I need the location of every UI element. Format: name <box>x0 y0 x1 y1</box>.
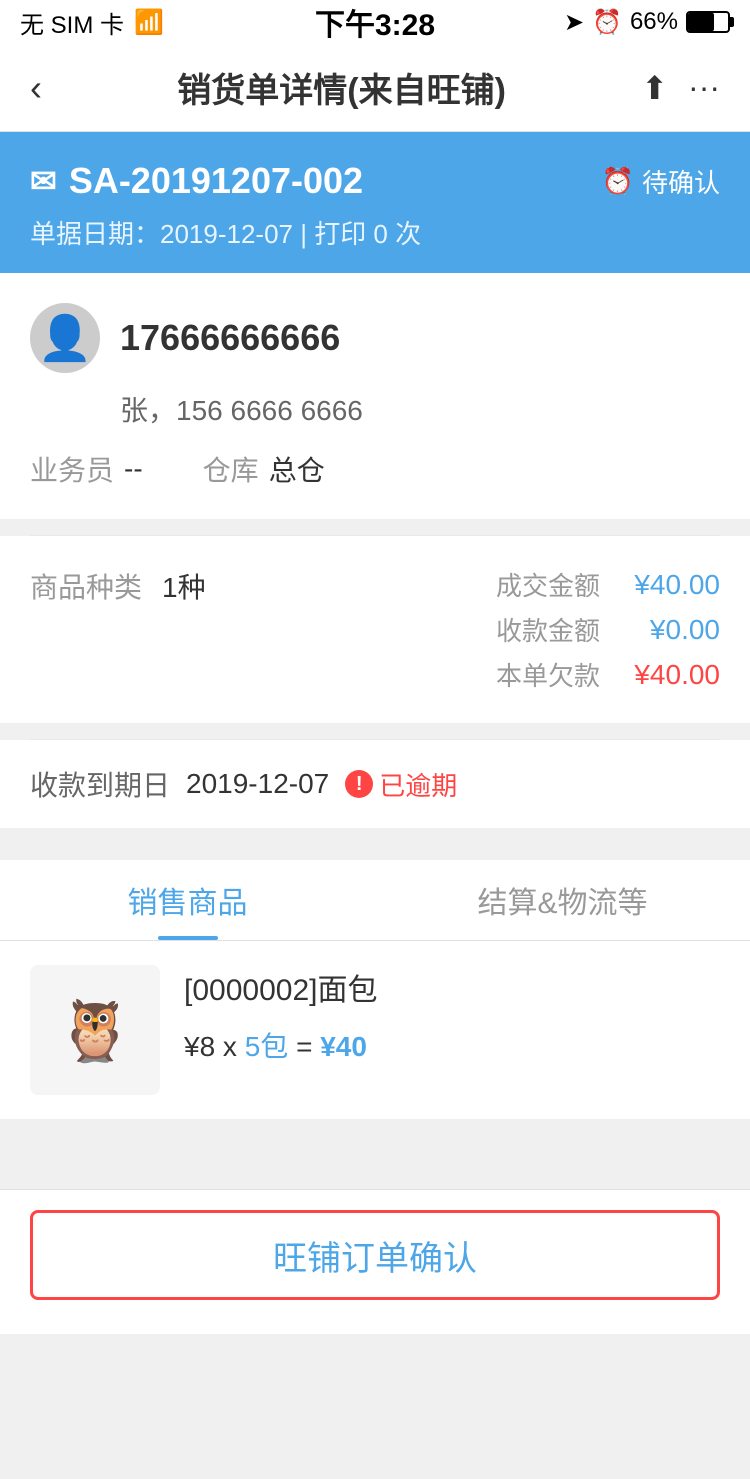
customer-card: 👤 17666666666 张，156 6666 6666 业务员 -- 仓库 … <box>0 273 750 519</box>
back-button[interactable]: ‹ <box>30 67 42 109</box>
salesperson-value: -- <box>124 453 143 485</box>
order-id: ✉ SA-20191207-002 <box>30 160 363 202</box>
tab-products[interactable]: 销售商品 <box>0 860 375 940</box>
amount-value-0: ¥40.00 <box>620 569 720 601</box>
battery-percent: 66% <box>630 8 678 36</box>
overdue-text: 已逾期 <box>379 766 457 803</box>
amount-value-2: ¥40.00 <box>620 659 720 691</box>
order-date: 单据日期：2019-12-07 | 打印 0 次 <box>30 214 720 251</box>
product-thumbnail: 🦉 <box>30 965 160 1095</box>
amount-row-0: 成交金额 ¥40.00 <box>496 566 720 603</box>
alarm-icon: ⏰ <box>592 8 622 37</box>
tabs: 销售商品 结算&物流等 <box>0 860 750 941</box>
warehouse-info: 仓库 总仓 <box>203 449 325 489</box>
warehouse-value: 总仓 <box>269 449 325 489</box>
status-right: ➤ ⏰ 66% <box>564 8 730 37</box>
summary-card: 商品种类 1种 成交金额 ¥40.00 收款金额 ¥0.00 本单欠款 ¥40.… <box>0 536 750 723</box>
amount-label-2: 本单欠款 <box>496 656 600 693</box>
status-time: 下午3:28 <box>315 0 435 44</box>
product-equals: = <box>296 1031 320 1062</box>
overdue-badge: ! 已逾期 <box>345 766 457 803</box>
product-list: 🦉 [0000002]面包 ¥8 x 5包 = ¥40 <box>0 941 750 1119</box>
nav-actions: ⬆ ··· <box>641 69 720 107</box>
product-price-row: ¥8 x 5包 = ¥40 <box>184 1025 720 1065</box>
customer-name: 张，156 6666 6666 <box>30 389 720 429</box>
due-date-value: 2019-12-07 <box>186 768 329 800</box>
product-type-value: 1种 <box>162 566 206 606</box>
product-qty: 5包 <box>245 1031 289 1062</box>
section-divider <box>0 844 750 860</box>
product-info: [0000002]面包 ¥8 x 5包 = ¥40 <box>184 965 720 1065</box>
page-title: 销货单详情(来自旺铺) <box>177 63 506 112</box>
product-item-0: 🦉 [0000002]面包 ¥8 x 5包 = ¥40 <box>30 965 720 1095</box>
order-status: ⏰ 待确认 <box>602 163 720 200</box>
tab-active-indicator <box>158 936 218 940</box>
share-button[interactable]: ⬆ <box>641 69 668 107</box>
customer-phone: 17666666666 <box>120 317 340 359</box>
amounts-section: 成交金额 ¥40.00 收款金额 ¥0.00 本单欠款 ¥40.00 <box>496 566 720 693</box>
due-date-card: 收款到期日 2019-12-07 ! 已逾期 <box>0 740 750 828</box>
product-total: ¥40 <box>320 1031 367 1062</box>
amount-row-1: 收款金额 ¥0.00 <box>496 611 720 648</box>
location-icon: ➤ <box>564 8 584 37</box>
order-header: ✉ SA-20191207-002 ⏰ 待确认 单据日期：2019-12-07 … <box>0 132 750 273</box>
overdue-icon: ! <box>345 770 373 798</box>
status-left: 无 SIM 卡 📶 <box>20 5 164 40</box>
status-bar: 无 SIM 卡 📶 下午3:28 ➤ ⏰ 66% <box>0 0 750 44</box>
customer-avatar: 👤 <box>30 303 100 373</box>
amount-label-1: 收款金额 <box>496 611 600 648</box>
due-date-label: 收款到期日 <box>30 764 170 804</box>
confirm-order-button[interactable]: 旺铺订单确认 <box>30 1210 720 1300</box>
bottom-bar: 旺铺订单确认 <box>0 1189 750 1334</box>
status-clock-icon: ⏰ <box>602 166 634 197</box>
product-type-info: 商品种类 1种 <box>30 566 206 606</box>
amount-label-0: 成交金额 <box>496 566 600 603</box>
warehouse-label: 仓库 <box>203 449 259 489</box>
wifi-icon: 📶 <box>134 8 164 37</box>
salesperson-label: 业务员 <box>30 449 114 489</box>
amount-row-2: 本单欠款 ¥40.00 <box>496 656 720 693</box>
more-button[interactable]: ··· <box>688 69 720 106</box>
nav-bar: ‹ 销货单详情(来自旺铺) ⬆ ··· <box>0 44 750 132</box>
tab-settlement[interactable]: 结算&物流等 <box>375 860 750 940</box>
product-thumb-icon: 🦉 <box>58 995 133 1066</box>
product-type-label: 商品种类 <box>30 566 142 606</box>
amount-value-1: ¥0.00 <box>620 614 720 646</box>
salesperson-info: 业务员 -- <box>30 449 143 489</box>
battery-icon <box>686 11 730 33</box>
product-price: ¥8 x <box>184 1031 245 1062</box>
product-name: [0000002]面包 <box>184 965 720 1009</box>
carrier-text: 无 SIM 卡 <box>20 5 124 40</box>
order-icon: ✉ <box>30 162 57 200</box>
avatar-icon: 👤 <box>38 312 93 364</box>
